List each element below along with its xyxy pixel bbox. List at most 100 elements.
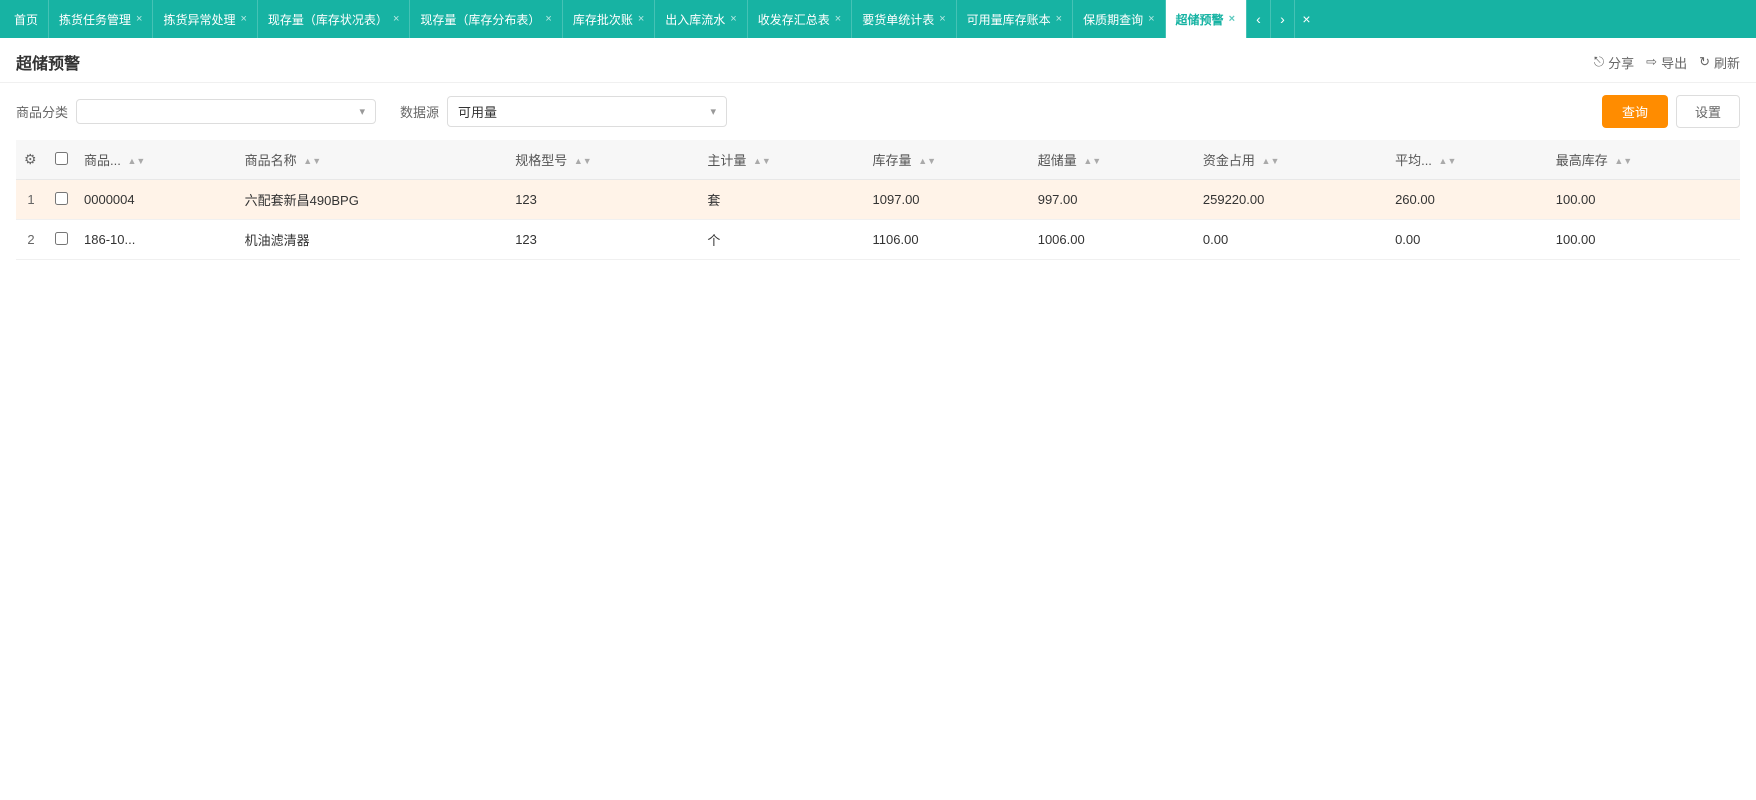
close-tab-available-account[interactable]: × (1056, 13, 1062, 25)
filter-datasource: 数据源 可用量 ▾ (400, 96, 727, 127)
tab-task-mgmt[interactable]: 拣货任务管理 × (49, 0, 153, 38)
tab-available-account[interactable]: 可用量库存账本 × (957, 0, 1073, 38)
tab-abnormal[interactable]: 拣货异常处理 × (153, 0, 257, 38)
refresh-button[interactable]: ↻ 刷新 (1699, 53, 1740, 72)
sort-icon-overstock[interactable]: ▲▼ (1083, 157, 1101, 166)
row-capital: 0.00 (1195, 220, 1387, 260)
tab-inout-flow[interactable]: 出入库流水 × (655, 0, 747, 38)
tab-batch-account[interactable]: 库存批次账 × (563, 0, 655, 38)
close-tab-overstock-warning[interactable]: × (1229, 13, 1235, 25)
row-overstock: 1006.00 (1030, 220, 1195, 260)
row-capital: 259220.00 (1195, 180, 1387, 220)
tab-order-stats[interactable]: 要货单统计表 × (852, 0, 956, 38)
row-avg: 0.00 (1387, 220, 1548, 260)
header-actions: ⎋ 分享 ⇨ 导出 ↻ 刷新 (1594, 53, 1740, 72)
filter-category: 商品分类 ▾ (16, 99, 376, 124)
query-button[interactable]: 查询 (1602, 95, 1668, 128)
settings-button[interactable]: 设置 (1676, 95, 1740, 128)
close-tab-task-mgmt[interactable]: × (136, 13, 142, 25)
tab-quality-check[interactable]: 保质期查询 × (1073, 0, 1165, 38)
chevron-down-icon: ▾ (359, 105, 365, 118)
page-content: 超储预警 ⎋ 分享 ⇨ 导出 ↻ 刷新 商品分类 ▾ 数据源 (0, 38, 1756, 800)
row-checkbox[interactable] (55, 232, 68, 245)
sort-icon-avg[interactable]: ▲▼ (1439, 157, 1457, 166)
table-row: 1 0000004 六配套新昌490BPG 123 套 1097.00 997.… (16, 180, 1740, 220)
table-header-row: ⚙ 商品... ▲▼ 商品名称 ▲▼ 规格型号 ▲▼ (16, 140, 1740, 180)
close-tab-batch-account[interactable]: × (638, 13, 644, 25)
export-icon: ⇨ (1646, 54, 1657, 70)
page-header: 超储预警 ⎋ 分享 ⇨ 导出 ↻ 刷新 (0, 38, 1756, 83)
tab-overstock-warning[interactable]: 超储预警 × (1166, 0, 1246, 38)
tab-home[interactable]: 首页 (4, 0, 49, 38)
row-spec: 123 (507, 220, 699, 260)
close-tab-stock-status[interactable]: × (393, 13, 399, 25)
row-checkbox-cell (46, 220, 76, 260)
col-spec: 规格型号 ▲▼ (507, 140, 699, 180)
col-capital: 资金占用 ▲▼ (1195, 140, 1387, 180)
row-product-name: 六配套新昌490BPG (237, 180, 508, 220)
row-overstock: 997.00 (1030, 180, 1195, 220)
close-tab-stock-dist[interactable]: × (545, 13, 551, 25)
table-row: 2 186-10... 机油滤清器 123 个 1106.00 1006.00 … (16, 220, 1740, 260)
category-select[interactable]: ▾ (76, 99, 376, 124)
table-container: ⚙ 商品... ▲▼ 商品名称 ▲▼ 规格型号 ▲▼ (0, 140, 1756, 260)
close-tab-inout-flow[interactable]: × (730, 13, 736, 25)
share-icon: ⎋ (1594, 54, 1604, 70)
refresh-icon: ↻ (1699, 54, 1710, 70)
col-product-code: 商品... ▲▼ (76, 140, 237, 180)
select-all-checkbox[interactable] (55, 152, 68, 165)
col-max-stock: 最高库存 ▲▼ (1548, 140, 1740, 180)
datasource-label: 数据源 (400, 102, 439, 121)
row-checkbox-cell (46, 180, 76, 220)
top-nav: 首页 拣货任务管理 × 拣货异常处理 × 现存量（库存状况表） × 现存量（库存… (0, 0, 1756, 38)
sort-icon-product-code[interactable]: ▲▼ (127, 157, 145, 166)
col-overstock: 超储量 ▲▼ (1030, 140, 1195, 180)
row-unit: 个 (699, 220, 864, 260)
sort-icon-spec[interactable]: ▲▼ (574, 157, 592, 166)
datasource-select-value: 可用量 (458, 102, 497, 121)
close-tab-quality-check[interactable]: × (1148, 13, 1154, 25)
settings-icon[interactable]: ⚙ (24, 151, 37, 167)
close-tab-order-stats[interactable]: × (939, 13, 945, 25)
row-product-name: 机油滤清器 (237, 220, 508, 260)
row-product-code: 0000004 (76, 180, 237, 220)
sort-icon-capital[interactable]: ▲▼ (1262, 157, 1280, 166)
chevron-down-icon-2: ▾ (711, 105, 717, 118)
col-unit: 主计量 ▲▼ (699, 140, 864, 180)
sort-icon-stock[interactable]: ▲▼ (918, 157, 936, 166)
row-checkbox[interactable] (55, 192, 68, 205)
row-max-stock: 100.00 (1548, 220, 1740, 260)
nav-arrow-left[interactable]: ‹ (1246, 0, 1270, 38)
row-num: 2 (16, 220, 46, 260)
row-unit: 套 (699, 180, 864, 220)
col-settings: ⚙ (16, 140, 46, 180)
close-tab-abnormal[interactable]: × (240, 13, 246, 25)
nav-arrow-right[interactable]: › (1270, 0, 1294, 38)
row-num: 1 (16, 180, 46, 220)
filter-area: 商品分类 ▾ 数据源 可用量 ▾ 查询 设置 (0, 83, 1756, 140)
sort-icon-unit[interactable]: ▲▼ (753, 157, 771, 166)
filter-buttons: 查询 设置 (1602, 95, 1740, 128)
sort-icon-max-stock[interactable]: ▲▼ (1614, 157, 1632, 166)
col-stock: 库存量 ▲▼ (865, 140, 1030, 180)
row-stock: 1097.00 (865, 180, 1030, 220)
row-spec: 123 (507, 180, 699, 220)
main-table: ⚙ 商品... ▲▼ 商品名称 ▲▼ 规格型号 ▲▼ (16, 140, 1740, 260)
page-title: 超储预警 (16, 50, 80, 74)
tab-stock-dist[interactable]: 现存量（库存分布表） × (410, 0, 562, 38)
sort-icon-product-name[interactable]: ▲▼ (303, 157, 321, 166)
row-product-code: 186-10... (76, 220, 237, 260)
datasource-select[interactable]: 可用量 ▾ (447, 96, 727, 127)
export-button[interactable]: ⇨ 导出 (1646, 53, 1687, 72)
share-button[interactable]: ⎋ 分享 (1594, 53, 1634, 72)
col-checkbox (46, 140, 76, 180)
category-label: 商品分类 (16, 102, 68, 121)
tab-stock-status[interactable]: 现存量（库存状况表） × (258, 0, 410, 38)
row-avg: 260.00 (1387, 180, 1548, 220)
col-product-name: 商品名称 ▲▼ (237, 140, 508, 180)
close-tab-receive-summary[interactable]: × (835, 13, 841, 25)
tab-receive-summary[interactable]: 收发存汇总表 × (748, 0, 852, 38)
nav-arrow-close[interactable]: × (1294, 0, 1318, 38)
col-avg: 平均... ▲▼ (1387, 140, 1548, 180)
row-stock: 1106.00 (865, 220, 1030, 260)
